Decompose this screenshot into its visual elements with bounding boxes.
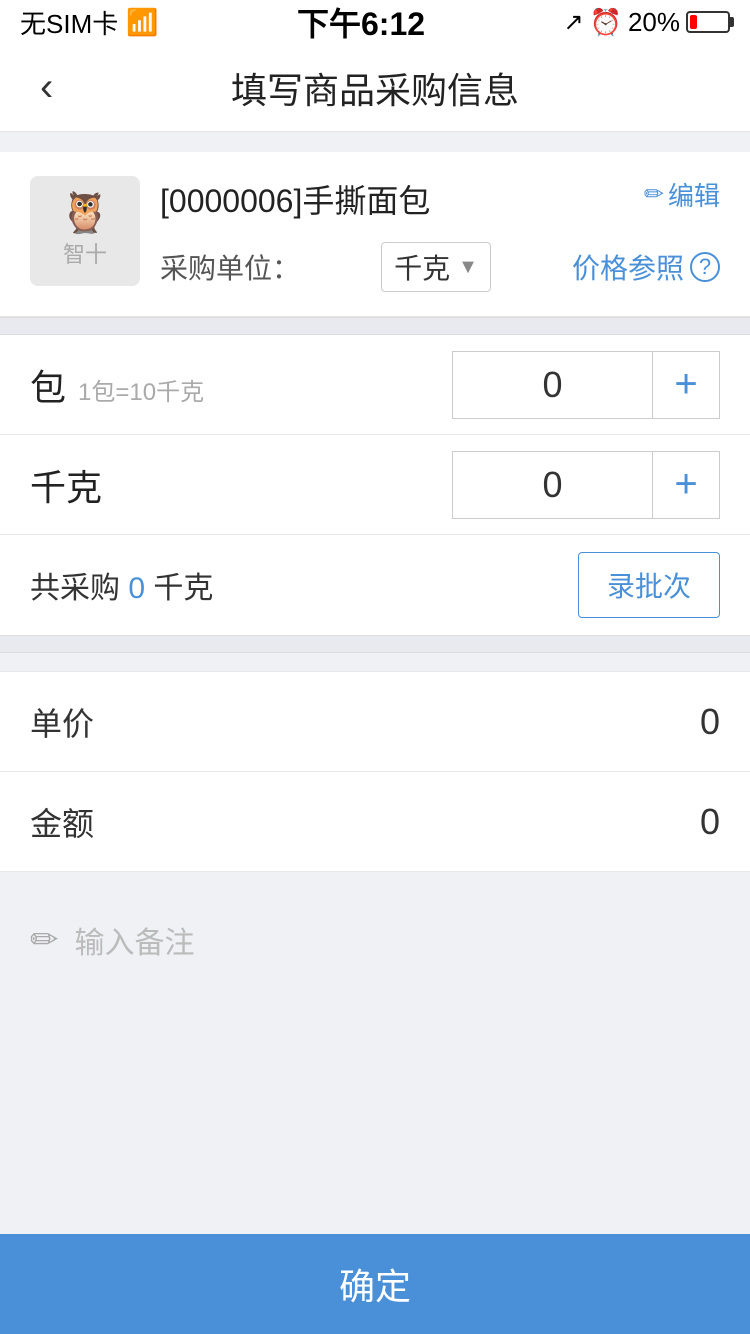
summary-value: 0 <box>128 572 145 605</box>
amount-label: 金额 <box>30 799 94 845</box>
bag-plus-button[interactable]: + <box>652 351 720 419</box>
status-bar: 无SIM卡 📶 下午6:12 ↗ ⏰ 20% <box>0 0 750 44</box>
help-icon: ? <box>690 252 720 282</box>
price-reference-button[interactable]: 价格参照 ? <box>572 247 720 287</box>
bag-sub-label: 1包=10千克 <box>78 372 204 407</box>
summary-section: 共采购 0 千克 录批次 <box>0 535 750 635</box>
section-separator-2 <box>0 635 750 653</box>
page-title: 填写商品采购信息 <box>231 62 519 114</box>
product-thumbnail: 🦉 智十 <box>30 176 140 286</box>
remark-section[interactable]: ✏ 输入备注 <box>0 890 750 990</box>
kg-input-control: + <box>452 451 720 519</box>
wifi-icon: 📶 <box>126 7 158 38</box>
alarm-icon: ⏰ <box>590 7 622 38</box>
batch-record-button[interactable]: 录批次 <box>578 552 720 618</box>
battery-icon <box>686 11 730 33</box>
pencil-icon: ✏ <box>30 920 59 960</box>
location-icon: ↗ <box>563 8 583 37</box>
input-section: 包 1包=10千克 + 千克 + <box>0 335 750 535</box>
logo-text: 智十 <box>63 237 107 269</box>
kg-input-row: 千克 + <box>0 435 750 535</box>
bag-label: 包 <box>30 359 66 411</box>
edit-icon: ✏ <box>644 180 664 209</box>
remark-placeholder: 输入备注 <box>75 918 195 962</box>
amount-value: 0 <box>700 801 720 843</box>
nav-bar: ‹ 填写商品采购信息 <box>0 44 750 132</box>
unit-price-value: 0 <box>700 701 720 743</box>
battery-pct: 20% <box>628 7 680 38</box>
carrier-label: 无SIM卡 <box>20 4 118 41</box>
confirm-button[interactable]: 确定 <box>0 1234 750 1334</box>
amount-row: 金额 0 <box>0 772 750 872</box>
status-carrier: 无SIM卡 📶 <box>20 4 159 41</box>
summary-text: 共采购 0 千克 <box>30 563 213 607</box>
bag-input-row: 包 1包=10千克 + <box>0 335 750 435</box>
status-right: ↗ ⏰ 20% <box>563 7 730 38</box>
edit-button[interactable]: ✏ 编辑 <box>624 176 720 213</box>
product-card: 🦉 智十 [0000006]手撕面包 ✏ 编辑 采购单位： 千克 ▼ 价格参照 … <box>0 152 750 317</box>
unit-label: 采购单位： <box>160 247 300 287</box>
product-name: [0000006]手撕面包 <box>160 176 624 222</box>
back-button[interactable]: ‹ <box>30 55 63 120</box>
price-section: 单价 0 金额 0 <box>0 671 750 872</box>
unit-price-label: 单价 <box>30 699 94 745</box>
unit-price-row: 单价 0 <box>0 672 750 772</box>
owl-logo-icon: 🦉 <box>60 193 110 233</box>
bag-quantity-input[interactable] <box>452 351 652 419</box>
unit-select[interactable]: 千克 ▼ <box>381 242 491 292</box>
product-info: [0000006]手撕面包 ✏ 编辑 采购单位： 千克 ▼ 价格参照 ? <box>160 176 720 292</box>
bag-input-control: + <box>452 351 720 419</box>
kg-quantity-input[interactable] <box>452 451 652 519</box>
dropdown-arrow-icon: ▼ <box>458 256 478 279</box>
section-separator <box>0 317 750 335</box>
kg-plus-button[interactable]: + <box>652 451 720 519</box>
kg-label: 千克 <box>30 459 102 511</box>
status-time: 下午6:12 <box>297 0 425 45</box>
